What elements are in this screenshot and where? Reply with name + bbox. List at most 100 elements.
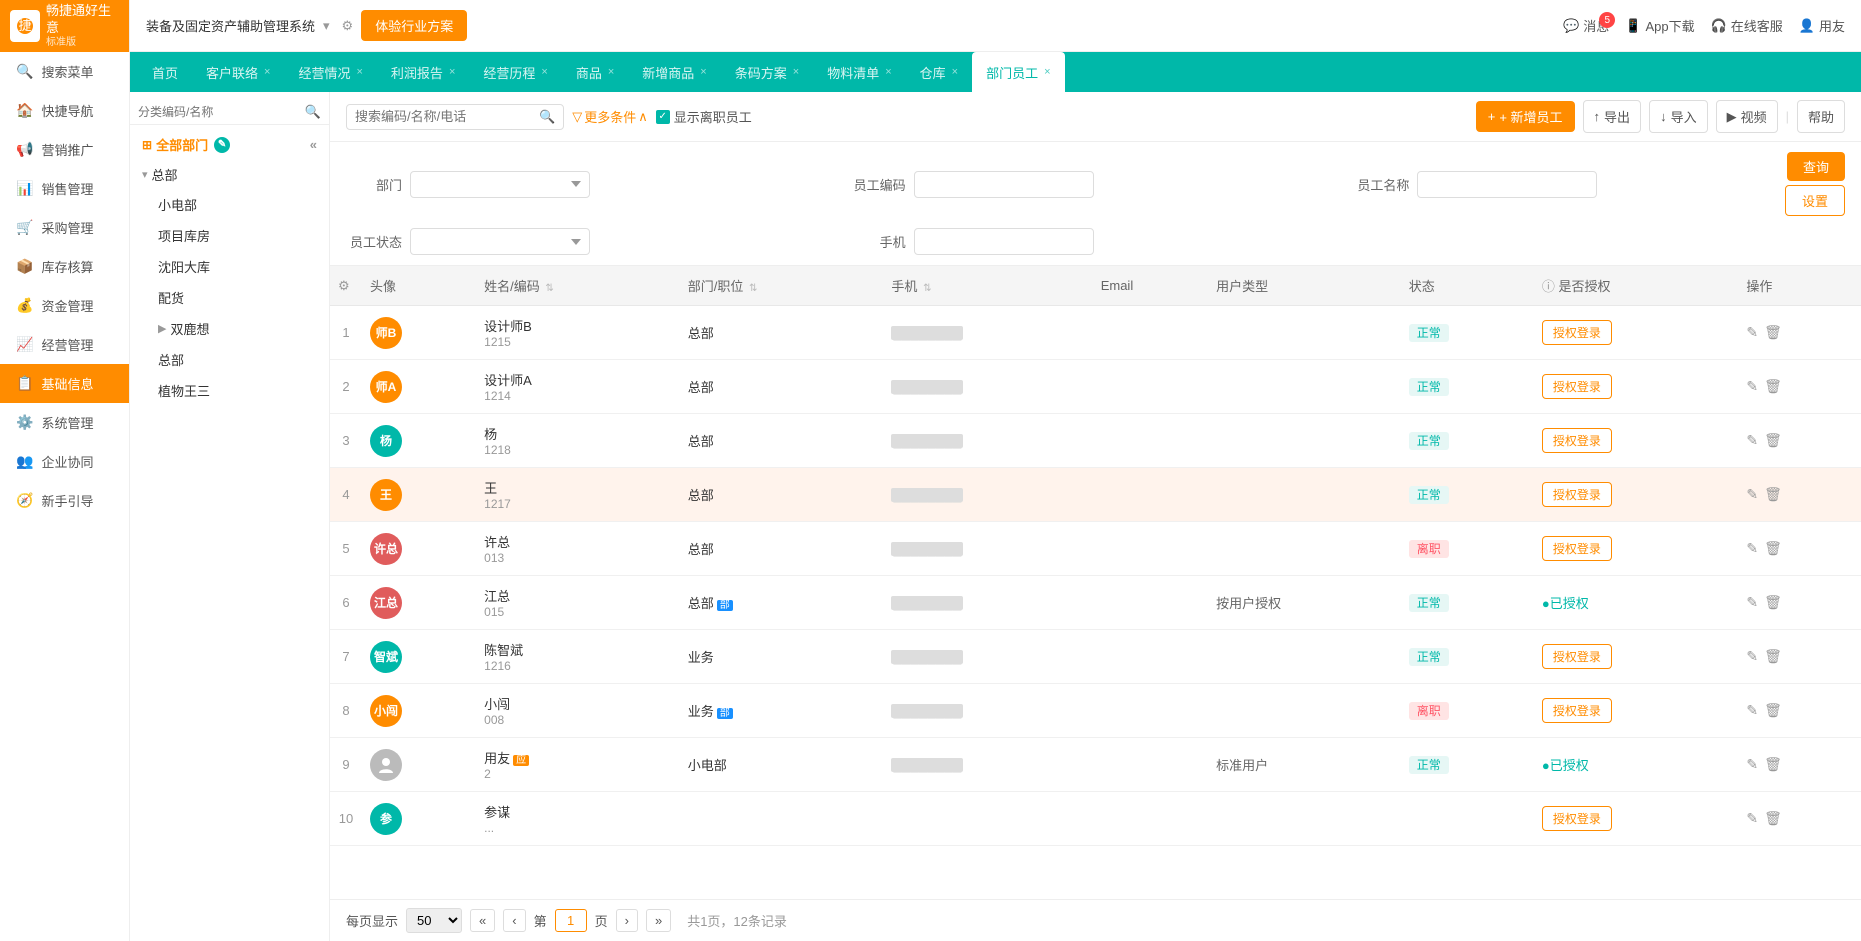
tab-add-goods[interactable]: 新增商品 × — [628, 52, 720, 92]
tab-close-profit[interactable]: × — [449, 66, 455, 78]
tab-employees[interactable]: 部门员工 × — [972, 52, 1064, 92]
sidebar-item-inventory[interactable]: 📦 库存核算 — [0, 247, 129, 286]
auth-btn[interactable]: 授权登录 — [1542, 536, 1612, 561]
tab-customer[interactable]: 客户联络 × — [192, 52, 284, 92]
auth-btn[interactable]: 授权登录 — [1542, 374, 1612, 399]
dept-item-distribution[interactable]: 配货 — [130, 282, 329, 313]
show-resigned-toggle[interactable]: ✓ 显示离职员工 — [656, 107, 752, 126]
tab-goods[interactable]: 商品 × — [562, 52, 628, 92]
export-button[interactable]: ↑ 导出 — [1583, 100, 1642, 133]
app-download[interactable]: 📱 App下载 — [1625, 16, 1694, 35]
more-conditions-btn[interactable]: ▽ 更多条件 ∧ — [572, 107, 648, 126]
settings-icon[interactable]: ⚙ — [342, 18, 354, 34]
tab-close-operation-status[interactable]: × — [356, 66, 362, 78]
edit-btn[interactable]: ✎ — [1746, 702, 1758, 719]
tab-operation-status[interactable]: 经营情况 × — [284, 52, 376, 92]
tab-close-warehouse[interactable]: × — [952, 66, 958, 78]
sidebar-item-finance[interactable]: 💰 资金管理 — [0, 286, 129, 325]
delete-btn[interactable]: 🗑 — [1764, 432, 1782, 449]
delete-btn[interactable]: 🗑 — [1764, 810, 1782, 827]
edit-btn[interactable]: ✎ — [1746, 378, 1758, 395]
query-button[interactable]: 查询 — [1787, 152, 1845, 181]
column-settings-icon[interactable]: ⚙ — [338, 278, 350, 293]
search-icon[interactable]: 🔍 — [539, 109, 555, 125]
delete-btn[interactable]: 🗑 — [1764, 756, 1782, 773]
dept-filter-select[interactable] — [410, 171, 590, 198]
online-service[interactable]: 🎧 在线客服 — [1711, 16, 1783, 35]
phone-input[interactable] — [914, 228, 1094, 255]
sort-name-icon[interactable]: ⇅ — [545, 283, 553, 294]
tab-bom[interactable]: 物料清单 × — [813, 52, 905, 92]
system-dropdown-icon[interactable]: ▾ — [323, 18, 330, 34]
tab-close-employees[interactable]: × — [1044, 66, 1050, 78]
auth-btn[interactable]: 授权登录 — [1542, 644, 1612, 669]
trial-btn[interactable]: 体验行业方案 — [361, 10, 467, 41]
help-button[interactable]: 帮助 — [1797, 100, 1845, 133]
sidebar-item-guide[interactable]: 🧭 新手引导 — [0, 481, 129, 520]
auth-btn[interactable]: 授权登录 — [1542, 320, 1612, 345]
next-page-btn[interactable]: › — [616, 909, 638, 932]
video-button[interactable]: ▶ 视频 — [1716, 100, 1778, 133]
auth-btn[interactable]: 授权登录 — [1542, 806, 1612, 831]
sidebar-item-basic-info[interactable]: 📋 基础信息 — [0, 364, 129, 403]
dept-search-icon[interactable]: 🔍 — [305, 104, 321, 120]
tab-close-barcode[interactable]: × — [793, 66, 799, 78]
dept-item-shenyang[interactable]: 沈阳大库 — [130, 251, 329, 282]
edit-btn[interactable]: ✎ — [1746, 324, 1758, 341]
search-input[interactable] — [355, 109, 535, 124]
auth-btn[interactable]: 授权登录 — [1542, 428, 1612, 453]
dept-item-shuanglu[interactable]: ▶ 双鹿想 — [130, 313, 329, 344]
sidebar-item-marketing[interactable]: 📢 营销推广 — [0, 130, 129, 169]
user-avatar[interactable]: 👤 用友 — [1799, 16, 1845, 35]
import-button[interactable]: ↓ 导入 — [1649, 100, 1708, 133]
dept-search-input[interactable] — [138, 105, 305, 119]
tab-close-history[interactable]: × — [541, 66, 547, 78]
current-page[interactable]: 1 — [555, 909, 587, 932]
tab-close-customer[interactable]: × — [264, 66, 270, 78]
edit-btn[interactable]: ✎ — [1746, 540, 1758, 557]
delete-btn[interactable]: 🗑 — [1764, 378, 1782, 395]
prev-page-btn[interactable]: ‹ — [503, 909, 525, 932]
dept-item-hq2[interactable]: 总部 — [130, 344, 329, 375]
edit-btn[interactable]: ✎ — [1746, 432, 1758, 449]
tab-home[interactable]: 首页 — [138, 52, 192, 92]
tab-barcode[interactable]: 条码方案 × — [721, 52, 813, 92]
sidebar-item-operations[interactable]: 📈 经营管理 — [0, 325, 129, 364]
dept-item-project[interactable]: 项目库房 — [130, 220, 329, 251]
tab-warehouse[interactable]: 仓库 × — [906, 52, 972, 92]
set-button[interactable]: 设置 — [1785, 185, 1845, 216]
emp-name-input[interactable] — [1417, 171, 1597, 198]
tab-history[interactable]: 经营历程 × — [469, 52, 561, 92]
delete-btn[interactable]: 🗑 — [1764, 594, 1782, 611]
edit-btn[interactable]: ✎ — [1746, 594, 1758, 611]
delete-btn[interactable]: 🗑 — [1764, 648, 1782, 665]
edit-btn[interactable]: ✎ — [1746, 756, 1758, 773]
emp-code-input[interactable] — [914, 171, 1094, 198]
sidebar-item-system[interactable]: ⚙️ 系统管理 — [0, 403, 129, 442]
edit-btn[interactable]: ✎ — [1746, 648, 1758, 665]
delete-btn[interactable]: 🗑 — [1764, 324, 1782, 341]
sort-phone-icon[interactable]: ⇅ — [923, 283, 931, 294]
dept-collapse-icon[interactable]: « — [310, 137, 317, 152]
delete-btn[interactable]: 🗑 — [1764, 702, 1782, 719]
edit-btn[interactable]: ✎ — [1746, 486, 1758, 503]
last-page-btn[interactable]: » — [646, 909, 671, 932]
dept-edit-icon[interactable]: ✎ — [214, 137, 230, 153]
auth-btn[interactable]: 授权登录 — [1542, 482, 1612, 507]
tab-profit[interactable]: 利润报告 × — [377, 52, 469, 92]
tab-close-goods[interactable]: × — [608, 66, 614, 78]
message-badge[interactable]: 💬 消息 5 — [1563, 16, 1609, 35]
dept-item-plant[interactable]: 植物王三 — [130, 375, 329, 406]
sidebar-item-sales[interactable]: 📊 销售管理 — [0, 169, 129, 208]
sort-dept-icon[interactable]: ⇅ — [749, 283, 757, 294]
delete-btn[interactable]: 🗑 — [1764, 486, 1782, 503]
auth-btn[interactable]: 授权登录 — [1542, 698, 1612, 723]
page-size-select[interactable]: 50 100 200 — [406, 908, 462, 933]
emp-status-select[interactable] — [410, 228, 590, 255]
dept-item-hq[interactable]: ▾ 总部 — [130, 160, 329, 189]
first-page-btn[interactable]: « — [470, 909, 495, 932]
tab-close-bom[interactable]: × — [885, 66, 891, 78]
edit-btn[interactable]: ✎ — [1746, 810, 1758, 827]
sidebar-item-purchase[interactable]: 🛒 采购管理 — [0, 208, 129, 247]
dept-all[interactable]: ⊞ 全部部门 ✎ « — [130, 129, 329, 160]
